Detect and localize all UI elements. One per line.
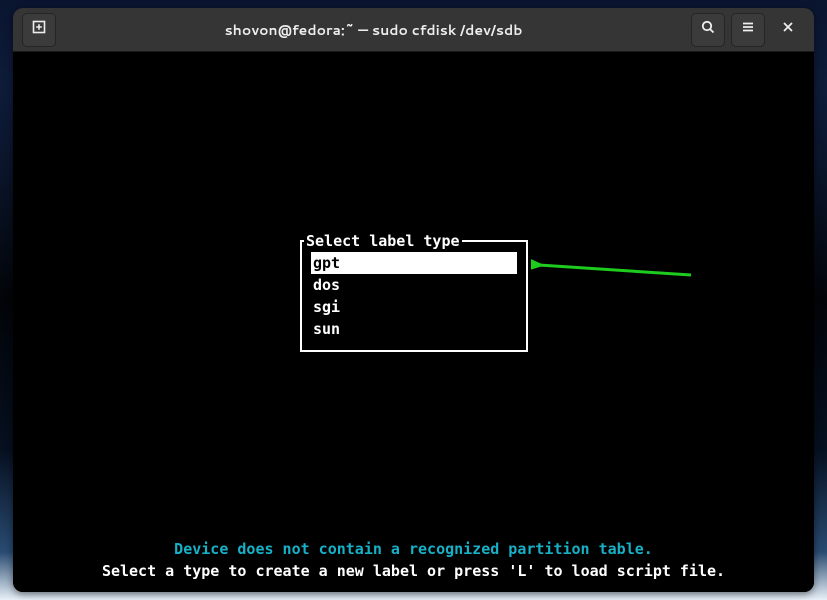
status-area: Device does not contain a recognized par… [13,538,814,582]
terminal-content: Select label type gpt dos sgi sun Device… [13,52,814,592]
status-warning: Device does not contain a recognized par… [13,538,814,560]
status-hint: Select a type to create a new label or p… [13,560,814,582]
new-tab-button[interactable] [22,13,56,47]
dialog-title: Select label type [304,230,462,252]
new-tab-icon [31,19,47,40]
annotation-arrow-icon [531,257,701,281]
label-type-dialog: Select label type gpt dos sgi sun [300,240,528,352]
close-button[interactable] [771,13,805,47]
hamburger-icon [740,19,756,40]
label-option-gpt[interactable]: gpt [311,252,517,274]
menu-button[interactable] [731,13,765,47]
search-icon [700,19,716,40]
close-icon [780,19,796,40]
search-button[interactable] [691,13,725,47]
label-option-dos[interactable]: dos [311,274,517,296]
label-option-sgi[interactable]: sgi [311,296,517,318]
label-option-sun[interactable]: sun [311,318,517,340]
titlebar: shovon@fedora:~ — sudo cfdisk /dev/sdb [13,8,814,52]
terminal-window: shovon@fedora:~ — sudo cfdisk /dev/sdb [13,8,814,592]
window-title: shovon@fedora:~ — sudo cfdisk /dev/sdb [59,20,688,40]
